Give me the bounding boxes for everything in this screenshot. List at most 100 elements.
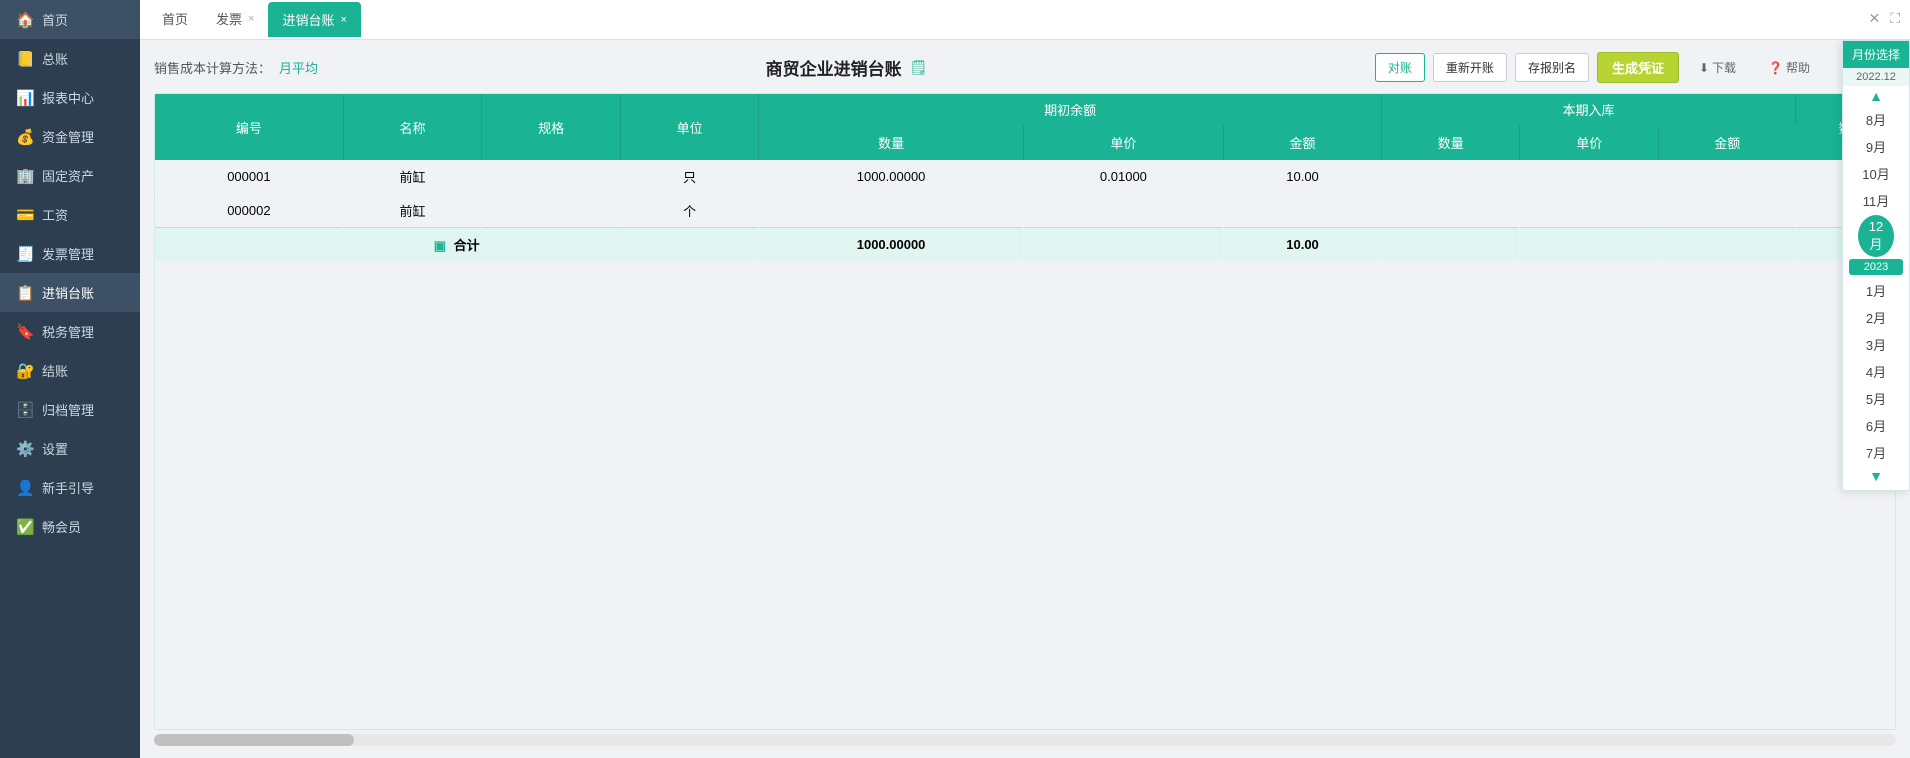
month-item-10[interactable]: 10月	[1843, 160, 1909, 187]
sidebar-item-vip[interactable]: ✅ 畅会员	[0, 507, 140, 546]
month-panel-title: 月份选择	[1843, 41, 1909, 68]
cell-amount-in	[1659, 194, 1796, 228]
month-item-1[interactable]: 1月	[1843, 277, 1909, 304]
sub-col-amount-init: 金额	[1224, 125, 1382, 160]
tab-invoice-label: 发票	[216, 9, 242, 28]
col-header-name: 名称	[343, 94, 482, 160]
data-table-wrapper: 编号 名称 规格 单位 期初余额 本期入库 数 数量 单价 金额 数量 单价	[154, 93, 1896, 730]
month-item-11[interactable]: 11月	[1843, 187, 1909, 214]
sidebar-item-guide[interactable]: 👤 新手引导	[0, 468, 140, 507]
total-price-init	[1023, 228, 1223, 262]
sidebar-item-funds[interactable]: 💰 资金管理	[0, 117, 140, 156]
sidebar-item-home[interactable]: 🏠 首页	[0, 0, 140, 39]
sidebar-item-ledger[interactable]: 📒 总账	[0, 39, 140, 78]
wages-icon: 💳	[16, 206, 34, 224]
month-item-7[interactable]: 7月	[1843, 439, 1909, 466]
home-icon: 🏠	[16, 11, 34, 29]
total-row: ▣ 合计 1000.00000 10.00	[155, 228, 1895, 262]
col-header-unit: 单位	[620, 94, 759, 160]
month-item-12[interactable]: 12月	[1858, 215, 1894, 257]
download-icon: ⬇	[1699, 61, 1709, 75]
tax-icon: 🔖	[16, 323, 34, 341]
help-icon: ❓	[1768, 61, 1783, 75]
tab-stock-close[interactable]: ×	[340, 14, 346, 26]
sidebar-item-reports[interactable]: 📊 报表中心	[0, 78, 140, 117]
funds-icon: 💰	[16, 128, 34, 146]
save-name-button[interactable]: 存报别名	[1515, 53, 1589, 82]
cell-amount-init	[1224, 194, 1382, 228]
month-item-6[interactable]: 6月	[1843, 412, 1909, 439]
page-content: 销售成本计算方法： 月平均 商贸企业进销台账 🗒 对账 重新开账 存报别名 生成…	[140, 40, 1910, 758]
sidebar-item-label: 进销台账	[42, 283, 94, 302]
sidebar-item-settings[interactable]: ⚙️ 设置	[0, 429, 140, 468]
col-header-inbound: 本期入库	[1381, 94, 1795, 125]
cell-qty-init: 1000.00000	[759, 160, 1023, 194]
sidebar-item-close[interactable]: 🔐 结账	[0, 351, 140, 390]
help-button[interactable]: ❓ 帮助	[1756, 54, 1822, 81]
cell-qty-init	[759, 194, 1023, 228]
col-header-spec: 规格	[482, 94, 621, 160]
month-item-9[interactable]: 9月	[1843, 133, 1909, 160]
tabs-bar: 首页 发票 × 进销台账 ×	[140, 0, 1910, 40]
cell-unit: 只	[620, 160, 759, 194]
month-item-2[interactable]: 2月	[1843, 304, 1909, 331]
reconcile-button[interactable]: 对账	[1375, 53, 1425, 82]
vip-icon: ✅	[16, 518, 34, 536]
stock-ledger-icon: 📋	[16, 284, 34, 302]
sidebar-item-label: 新手引导	[42, 478, 94, 497]
sidebar-item-invoice-mgmt[interactable]: 🧾 发票管理	[0, 234, 140, 273]
month-scroll-up[interactable]: ▲	[1843, 86, 1909, 106]
guide-icon: 👤	[16, 479, 34, 497]
cost-method-value: 月平均	[279, 58, 318, 77]
sub-col-price-init: 单价	[1023, 125, 1223, 160]
sidebar-item-wages[interactable]: 💳 工资	[0, 195, 140, 234]
tab-home-label: 首页	[162, 9, 188, 28]
month-item-5[interactable]: 5月	[1843, 385, 1909, 412]
month-panel: 月份选择 2022.12 ▲ 8月 9月 10月 11月 12月 2023 1月…	[1842, 40, 1910, 491]
sidebar: 🏠 首页 📒 总账 📊 报表中心 💰 资金管理 🏢 固定资产 💳 工资 🧾 发票…	[0, 0, 140, 758]
tab-stock[interactable]: 进销台账 ×	[268, 2, 360, 37]
scrollbar-thumb[interactable]	[154, 734, 354, 746]
sidebar-item-assets[interactable]: 🏢 固定资产	[0, 156, 140, 195]
sidebar-item-label: 结账	[42, 361, 68, 380]
sidebar-item-tax[interactable]: 🔖 税务管理	[0, 312, 140, 351]
title-area: 商贸企业进销台账 🗒	[766, 55, 928, 80]
month-item-4[interactable]: 4月	[1843, 358, 1909, 385]
window-close-button[interactable]: ✕	[1866, 8, 1882, 29]
sidebar-item-stock-ledger[interactable]: 📋 进销台账	[0, 273, 140, 312]
sidebar-item-label: 总账	[42, 49, 68, 68]
month-item-3[interactable]: 3月	[1843, 331, 1909, 358]
month-item-8[interactable]: 8月	[1843, 106, 1909, 133]
tab-home[interactable]: 首页	[148, 1, 202, 38]
cell-price-in	[1520, 160, 1659, 194]
window-expand-button[interactable]: ⛶	[1888, 8, 1902, 29]
cell-price-in	[1520, 194, 1659, 228]
tab-stock-label: 进销台账	[282, 10, 334, 29]
tab-invoice[interactable]: 发票 ×	[202, 1, 268, 38]
sidebar-item-label: 资金管理	[42, 127, 94, 146]
cell-id: 000002	[155, 194, 343, 228]
cell-spec	[482, 160, 621, 194]
year-badge-2023: 2023	[1849, 259, 1903, 275]
settings-icon: ⚙️	[16, 440, 34, 458]
toolbar-left: 销售成本计算方法： 月平均	[154, 58, 318, 77]
main-area: ✕ ⛶ 首页 发票 × 进销台账 × 销售成本计算方法： 月平均 商贸企业进销台…	[140, 0, 1910, 758]
cell-qty-in	[1381, 194, 1520, 228]
table-row: 000001 前缸 只 1000.00000 0.01000 10.00	[155, 160, 1895, 194]
cost-method-label: 销售成本计算方法：	[154, 58, 271, 77]
cell-price-init: 0.01000	[1023, 160, 1223, 194]
invoice-mgmt-icon: 🧾	[16, 245, 34, 263]
cell-name: 前缸	[343, 160, 482, 194]
horizontal-scrollbar[interactable]	[154, 734, 1896, 746]
reopen-button[interactable]: 重新开账	[1433, 53, 1507, 82]
month-scroll-down[interactable]: ▼	[1843, 466, 1909, 486]
cell-price-init	[1023, 194, 1223, 228]
tab-invoice-close[interactable]: ×	[248, 13, 254, 25]
total-amount-init: 10.00	[1224, 228, 1382, 262]
download-button[interactable]: ⬇ 下载	[1687, 54, 1748, 81]
sidebar-item-archive[interactable]: 🗄️ 归档管理	[0, 390, 140, 429]
title-info-icon[interactable]: 🗒	[910, 59, 928, 76]
toolbar-right: 对账 重新开账 存报别名 生成凭证 ⬇ 下载 ❓ 帮助 🔄 刷新	[1375, 52, 1896, 83]
month-panel-year-2022: 2022.12	[1843, 68, 1909, 86]
generate-voucher-button[interactable]: 生成凭证	[1597, 52, 1679, 83]
